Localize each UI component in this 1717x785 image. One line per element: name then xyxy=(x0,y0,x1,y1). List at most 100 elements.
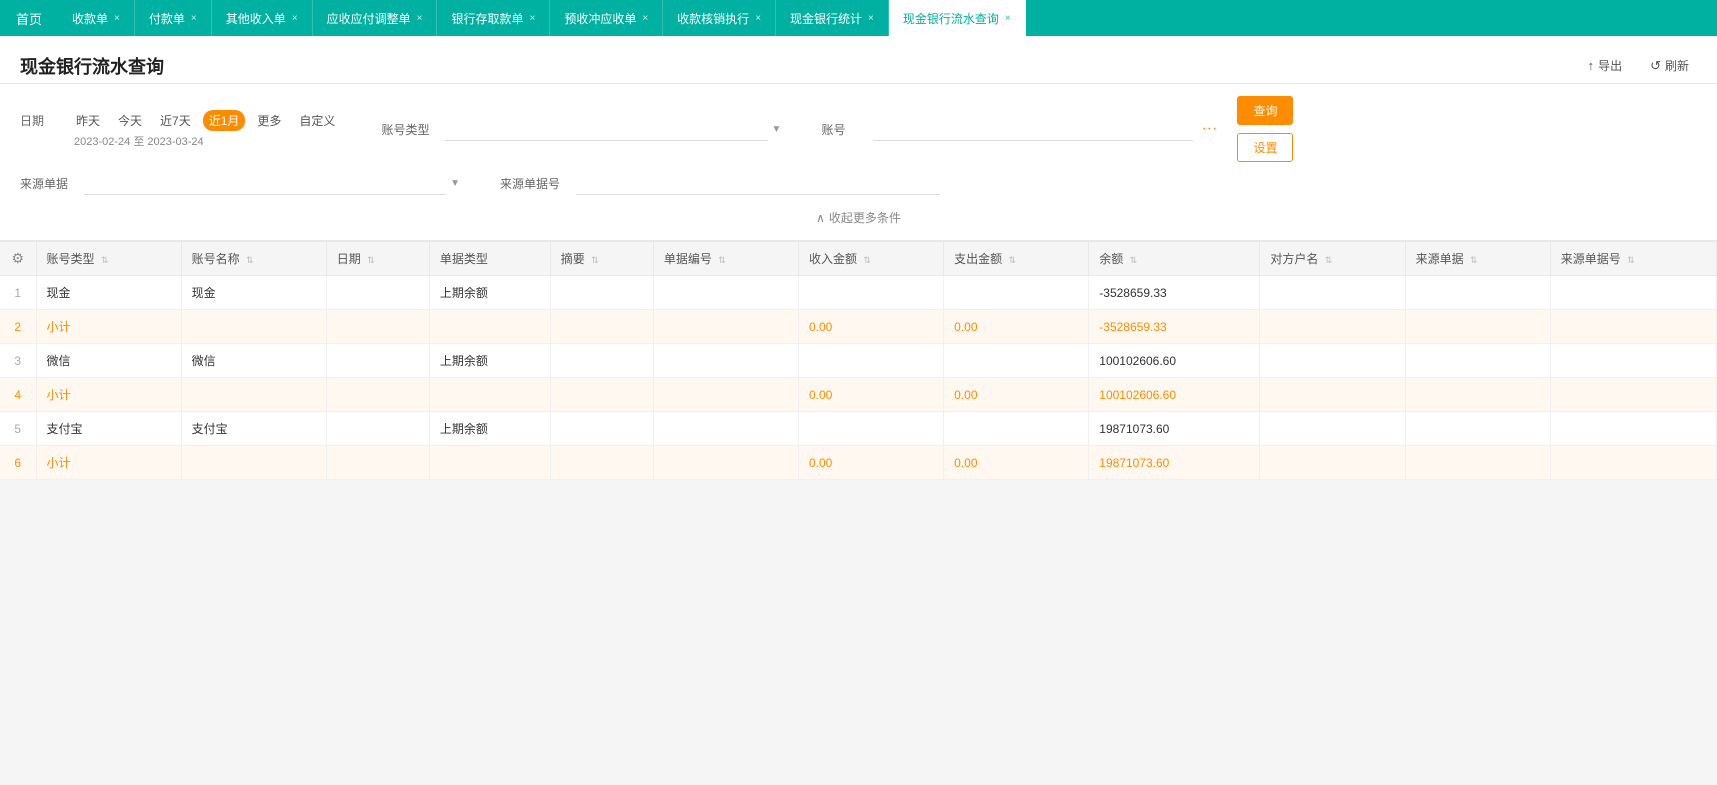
col-source-doc-num: 来源单据号 ⇅ xyxy=(1550,242,1716,276)
nav-tab-receipt[interactable]: 收款单 × xyxy=(58,0,135,36)
close-cash-stats-tab-icon[interactable]: × xyxy=(868,13,874,24)
date-opt-7days[interactable]: 近7天 xyxy=(154,110,197,131)
collapse-filters-button[interactable]: ∧ 收起更多条件 xyxy=(20,205,1697,230)
account-type-label: 账号类型 xyxy=(381,121,429,138)
cell-counterparty xyxy=(1260,378,1405,412)
data-table: ⚙ 账号类型 ⇅ 账号名称 ⇅ 日期 ⇅ 单据类型 摘要 xyxy=(0,241,1717,480)
date-opt-custom[interactable]: 自定义 xyxy=(293,110,341,131)
cell-account_type: 现金 xyxy=(36,276,181,310)
cell-num: 6 xyxy=(0,446,36,480)
cell-income: 0.00 xyxy=(799,378,944,412)
nav-tab-cash-flow[interactable]: 现金银行流水查询 × xyxy=(889,0,1026,36)
cell-expense xyxy=(944,412,1089,446)
cell-doc_type xyxy=(429,446,550,480)
setting-button[interactable]: 设置 xyxy=(1237,133,1293,162)
cell-summary xyxy=(550,378,653,412)
table-row[interactable]: 3微信微信上期余额100102606.60 xyxy=(0,344,1717,378)
date-opt-1month[interactable]: 近1月 xyxy=(203,110,246,131)
cell-doc_num xyxy=(653,446,798,480)
cell-expense: 0.00 xyxy=(944,310,1089,344)
cell-account_name: 支付宝 xyxy=(181,412,326,446)
cell-counterparty xyxy=(1260,344,1405,378)
sort-source-doc-icon[interactable]: ⇅ xyxy=(1470,255,1478,265)
sort-expense-icon[interactable]: ⇅ xyxy=(1009,255,1017,265)
close-payment-tab-icon[interactable]: × xyxy=(191,13,197,24)
cell-account_type: 小计 xyxy=(36,378,181,412)
table-row[interactable]: 4小计0.000.00100102606.60 xyxy=(0,378,1717,412)
cell-num: 3 xyxy=(0,344,36,378)
col-settings: ⚙ xyxy=(0,242,36,276)
close-receipt-tab-icon[interactable]: × xyxy=(114,13,120,24)
cell-source_doc_num xyxy=(1550,446,1716,480)
cell-doc_num xyxy=(653,344,798,378)
query-button[interactable]: 查询 xyxy=(1237,96,1293,125)
date-opt-yesterday[interactable]: 昨天 xyxy=(70,110,106,131)
close-other-income-tab-icon[interactable]: × xyxy=(292,13,298,24)
table-row[interactable]: 2小计0.000.00-3528659.33 xyxy=(0,310,1717,344)
source-doc-num-input[interactable] xyxy=(576,172,940,195)
col-doc-num: 单据编号 ⇅ xyxy=(653,242,798,276)
source-doc-input[interactable] xyxy=(84,172,446,195)
sort-source-doc-num-icon[interactable]: ⇅ xyxy=(1627,255,1635,265)
close-bank-deposit-tab-icon[interactable]: × xyxy=(529,13,535,24)
nav-tab-payment[interactable]: 付款单 × xyxy=(135,0,212,36)
account-type-dropdown-icon[interactable]: ▼ xyxy=(772,124,782,135)
cell-income xyxy=(799,344,944,378)
account-type-input[interactable] xyxy=(445,118,767,141)
cell-counterparty xyxy=(1260,412,1405,446)
cell-expense: 0.00 xyxy=(944,446,1089,480)
source-doc-dropdown-icon[interactable]: ▼ xyxy=(450,178,460,189)
sort-date-icon[interactable]: ⇅ xyxy=(367,255,375,265)
sort-balance-icon[interactable]: ⇅ xyxy=(1130,255,1138,265)
sort-account-type-icon[interactable]: ⇅ xyxy=(101,255,109,265)
cell-account_type: 微信 xyxy=(36,344,181,378)
close-cash-flow-tab-icon[interactable]: × xyxy=(1005,13,1011,24)
cell-doc_type: 上期余额 xyxy=(429,276,550,310)
export-button[interactable]: ↑ 导出 xyxy=(1580,53,1631,78)
close-verify-tab-icon[interactable]: × xyxy=(755,13,761,24)
table-header-row: ⚙ 账号类型 ⇅ 账号名称 ⇅ 日期 ⇅ 单据类型 摘要 xyxy=(0,242,1717,276)
close-prepay-tab-icon[interactable]: × xyxy=(642,13,648,24)
sort-account-name-icon[interactable]: ⇅ xyxy=(246,255,254,265)
sort-counterparty-icon[interactable]: ⇅ xyxy=(1325,255,1333,265)
page-header: 现金银行流水查询 ↑ 导出 ↺ 刷新 xyxy=(0,36,1717,84)
top-navigation: 首页 收款单 × 付款单 × 其他收入单 × 应收应付调整单 × 银行存取款单 … xyxy=(0,0,1717,36)
table-row[interactable]: 6小计0.000.0019871073.60 xyxy=(0,446,1717,480)
col-summary: 摘要 ⇅ xyxy=(550,242,653,276)
table-row[interactable]: 5支付宝支付宝上期余额19871073.60 xyxy=(0,412,1717,446)
cell-source_doc xyxy=(1405,310,1550,344)
cell-source_doc xyxy=(1405,276,1550,310)
nav-tab-adjustment[interactable]: 应收应付调整单 × xyxy=(313,0,438,36)
cell-account_type: 支付宝 xyxy=(36,412,181,446)
cell-balance: -3528659.33 xyxy=(1089,310,1260,344)
cell-date xyxy=(326,344,429,378)
header-actions: ↑ 导出 ↺ 刷新 xyxy=(1580,53,1697,78)
cell-source_doc xyxy=(1405,412,1550,446)
cell-doc_type: 上期余额 xyxy=(429,412,550,446)
account-more-icon[interactable]: ··· xyxy=(1201,120,1217,138)
table-row[interactable]: 1现金现金上期余额-3528659.33 xyxy=(0,276,1717,310)
cell-account_name xyxy=(181,310,326,344)
nav-tab-prepay[interactable]: 预收冲应收单 × xyxy=(550,0,663,36)
col-date: 日期 ⇅ xyxy=(326,242,429,276)
nav-tab-cash-stats[interactable]: 现金银行统计 × xyxy=(776,0,889,36)
cell-expense xyxy=(944,344,1089,378)
cell-source_doc xyxy=(1405,378,1550,412)
nav-home[interactable]: 首页 xyxy=(0,0,58,36)
nav-tab-verify[interactable]: 收款核销执行 × xyxy=(663,0,776,36)
refresh-button[interactable]: ↺ 刷新 xyxy=(1642,53,1697,78)
sort-summary-icon[interactable]: ⇅ xyxy=(591,255,599,265)
table-settings-icon[interactable]: ⚙ xyxy=(11,250,24,266)
nav-tab-other-income[interactable]: 其他收入单 × xyxy=(212,0,313,36)
nav-tab-bank-deposit[interactable]: 银行存取款单 × xyxy=(437,0,550,36)
cell-doc_type: 上期余额 xyxy=(429,344,550,378)
col-account-type: 账号类型 ⇅ xyxy=(36,242,181,276)
sort-income-icon[interactable]: ⇅ xyxy=(863,255,871,265)
date-opt-today[interactable]: 今天 xyxy=(112,110,148,131)
cell-date xyxy=(326,412,429,446)
close-adjustment-tab-icon[interactable]: × xyxy=(417,13,423,24)
account-input[interactable] xyxy=(873,118,1193,141)
sort-doc-num-icon[interactable]: ⇅ xyxy=(718,255,726,265)
cell-account_name xyxy=(181,446,326,480)
date-opt-more[interactable]: 更多 xyxy=(251,110,287,131)
